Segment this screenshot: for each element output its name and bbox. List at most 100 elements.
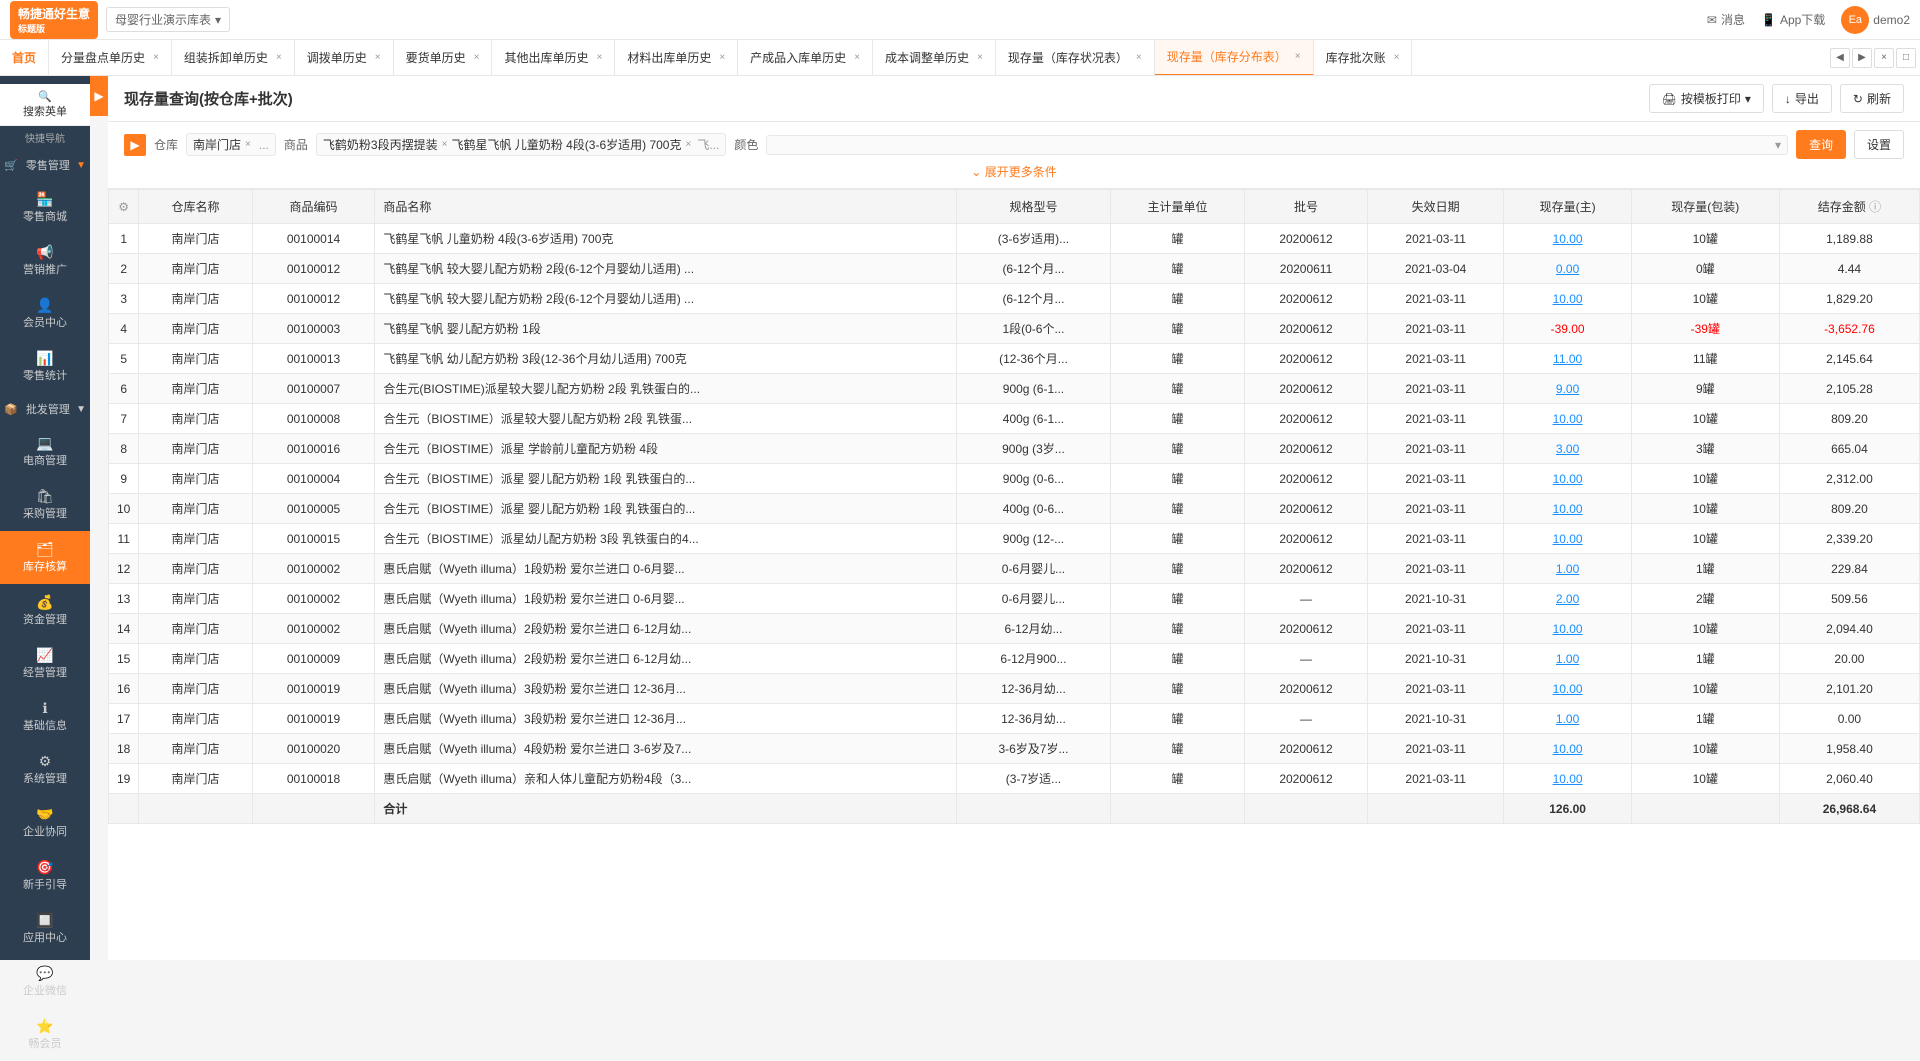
- cell-stock-1[interactable]: 0.00: [1504, 254, 1631, 284]
- app-download-btn[interactable]: 📱 App下载: [1761, 11, 1825, 28]
- cell-stock-9[interactable]: 10.00: [1504, 494, 1631, 524]
- sidebar-search[interactable]: 🔍 搜索英单: [0, 84, 90, 126]
- close-tab-yao-huo[interactable]: ×: [474, 52, 480, 63]
- product-tag-1-close[interactable]: ×: [442, 139, 448, 150]
- cell-batch-4: 20200612: [1245, 344, 1368, 374]
- cell-num-18: 19: [109, 764, 139, 794]
- warehouse-more[interactable]: ...: [259, 138, 269, 152]
- sidebar-item-member[interactable]: 👤 会员中心: [0, 287, 90, 340]
- sidebar-item-wechat[interactable]: 💬 企业微信: [0, 955, 90, 1008]
- product-filter-area[interactable]: 飞鹤奶粉3段丙摆提装 × 飞鹤星飞帆 儿童奶粉 4段(3-6岁适用) 700克 …: [316, 133, 726, 156]
- close-tab-zu-zhuang[interactable]: ×: [276, 52, 282, 63]
- color-filter-area[interactable]: ▾: [766, 135, 1788, 155]
- tab-close-all[interactable]: ×: [1874, 48, 1894, 68]
- sidebar-item-finance[interactable]: 💰 资金管理: [0, 584, 90, 637]
- export-btn[interactable]: ↓ 导出: [1772, 84, 1832, 113]
- tab-stock-status[interactable]: 现存量（库存状况表） ×: [996, 40, 1155, 76]
- close-tab-material-out[interactable]: ×: [719, 52, 725, 63]
- cell-batch-8: 20200612: [1245, 464, 1368, 494]
- cell-stock-16[interactable]: 1.00: [1504, 704, 1631, 734]
- sidebar-item-wholesale[interactable]: 📦 批发管理 ▼: [0, 393, 90, 425]
- cell-stock-2[interactable]: 10.00: [1504, 284, 1631, 314]
- sidebar-item-guide[interactable]: 🎯 新手引导: [0, 849, 90, 902]
- cell-stock-17[interactable]: 10.00: [1504, 734, 1631, 764]
- close-tab-other-out[interactable]: ×: [596, 52, 602, 63]
- settings-btn[interactable]: 设置: [1854, 130, 1904, 159]
- cell-code-1: 00100012: [252, 254, 375, 284]
- refresh-btn[interactable]: ↻ 刷新: [1840, 84, 1904, 113]
- tab-yao-huo[interactable]: 要货单历史 ×: [394, 40, 493, 76]
- cell-stock-5[interactable]: 9.00: [1504, 374, 1631, 404]
- user-menu[interactable]: Ea demo2: [1841, 6, 1910, 34]
- tab-stock-dist[interactable]: 现存量（库存分布表） ×: [1155, 40, 1314, 76]
- cell-stock-13[interactable]: 10.00: [1504, 614, 1631, 644]
- sidebar-item-retail-stats[interactable]: 📊 零售统计: [0, 340, 90, 393]
- tab-prev[interactable]: ◀: [1830, 48, 1850, 68]
- cell-num-0: 1: [109, 224, 139, 254]
- tab-diao-bo[interactable]: 调拨单历史 ×: [295, 40, 394, 76]
- sidebar-item-purchase[interactable]: 🛍 采购管理: [0, 478, 90, 531]
- nav-scroll: 首页 分量盘点单历史 × 组装拆卸单历史 × 调拨单历史 × 要货单历史 × 其…: [0, 40, 1826, 76]
- tab-fen-liang[interactable]: 分量盘点单历史 ×: [49, 40, 172, 76]
- sidebar-item-ecom[interactable]: 💻 电商管理: [0, 425, 90, 478]
- sidebar-item-collab[interactable]: 🤝 企业协同: [0, 796, 90, 849]
- close-tab-diao-bo[interactable]: ×: [375, 52, 381, 63]
- tab-other-out[interactable]: 其他出库单历史 ×: [492, 40, 615, 76]
- print-btn[interactable]: 🖨 按模板打印 ▾: [1649, 84, 1764, 113]
- tab-batch[interactable]: 库存批次账 ×: [1314, 40, 1413, 76]
- sidebar-item-ops[interactable]: 📈 经营管理: [0, 637, 90, 690]
- tab-zu-zhuang[interactable]: 组装拆卸单历史 ×: [172, 40, 295, 76]
- filter-expand-toggle[interactable]: ▶: [124, 134, 146, 156]
- cell-stock-11[interactable]: 1.00: [1504, 554, 1631, 584]
- query-btn[interactable]: 查询: [1796, 130, 1846, 159]
- tab-home[interactable]: 首页: [0, 40, 49, 76]
- cell-stock-8[interactable]: 10.00: [1504, 464, 1631, 494]
- cell-stock-12[interactable]: 2.00: [1504, 584, 1631, 614]
- warehouse-close[interactable]: ×: [245, 139, 251, 150]
- close-tab-stock-dist[interactable]: ×: [1295, 51, 1301, 62]
- sidebar-toggle[interactable]: ▶: [90, 76, 108, 116]
- tab-product-in[interactable]: 产成品入库单历史 ×: [738, 40, 873, 76]
- tab-cost-adjust[interactable]: 成本调整单历史 ×: [873, 40, 996, 76]
- cell-code-3: 00100003: [252, 314, 375, 344]
- cell-warehouse-2: 南岸门店: [139, 284, 252, 314]
- cell-stock-4[interactable]: 11.00: [1504, 344, 1631, 374]
- tab-maximize[interactable]: □: [1896, 48, 1916, 68]
- industry-selector[interactable]: 母婴行业演示库表 ▾: [106, 7, 230, 32]
- close-tab-cost-adjust[interactable]: ×: [977, 52, 983, 63]
- close-tab-product-in[interactable]: ×: [854, 52, 860, 63]
- cell-num-10: 11: [109, 524, 139, 554]
- cell-stock-10[interactable]: 10.00: [1504, 524, 1631, 554]
- product-tag-2-close[interactable]: ×: [685, 139, 691, 150]
- sidebar-item-member2[interactable]: ⭐ 畅会员: [0, 1008, 90, 1061]
- cell-stock-15[interactable]: 10.00: [1504, 674, 1631, 704]
- tab-next[interactable]: ▶: [1852, 48, 1872, 68]
- marketing-icon: 📢: [36, 244, 53, 260]
- close-tab-batch[interactable]: ×: [1394, 52, 1400, 63]
- cell-stock-14[interactable]: 1.00: [1504, 644, 1631, 674]
- sidebar-item-marketing[interactable]: 📢 营销推广: [0, 234, 90, 287]
- cell-stock-6[interactable]: 10.00: [1504, 404, 1631, 434]
- cell-stock-0[interactable]: 10.00: [1504, 224, 1631, 254]
- cell-name-9: 合生元（BIOSTIME）派星 婴儿配方奶粉 1段 乳铁蛋白的...: [375, 494, 957, 524]
- sidebar-item-system[interactable]: ⚙ 系统管理: [0, 743, 90, 796]
- close-tab-fen-liang[interactable]: ×: [153, 52, 159, 63]
- cell-num-4: 5: [109, 344, 139, 374]
- sidebar-item-appstore[interactable]: 🔲 应用中心: [0, 902, 90, 955]
- gear-icon[interactable]: ⚙: [118, 200, 129, 214]
- cell-batch-9: 20200612: [1245, 494, 1368, 524]
- sidebar-item-basic-info[interactable]: ℹ 基础信息: [0, 690, 90, 743]
- cell-stock-3[interactable]: -39.00: [1504, 314, 1631, 344]
- cell-stock-7[interactable]: 3.00: [1504, 434, 1631, 464]
- message-btn[interactable]: ✉ 消息: [1707, 11, 1745, 28]
- cell-stock-18[interactable]: 10.00: [1504, 764, 1631, 794]
- close-tab-stock-status[interactable]: ×: [1136, 52, 1142, 63]
- cell-spec-18: (3-7岁适...: [956, 764, 1110, 794]
- product-more[interactable]: 飞...: [697, 136, 719, 153]
- sidebar-item-retail-mgmt[interactable]: 🛒 零售管理 ▼: [0, 149, 90, 181]
- sidebar-item-inventory[interactable]: 🗂 库存核算: [0, 531, 90, 584]
- warehouse-filter-area[interactable]: 南岸门店 × ...: [186, 133, 276, 156]
- sidebar-item-retail-shop[interactable]: 🏪 零售商城: [0, 181, 90, 234]
- expand-more-btn[interactable]: ⌄ 展开更多条件: [971, 165, 1056, 179]
- tab-material-out[interactable]: 材料出库单历史 ×: [615, 40, 738, 76]
